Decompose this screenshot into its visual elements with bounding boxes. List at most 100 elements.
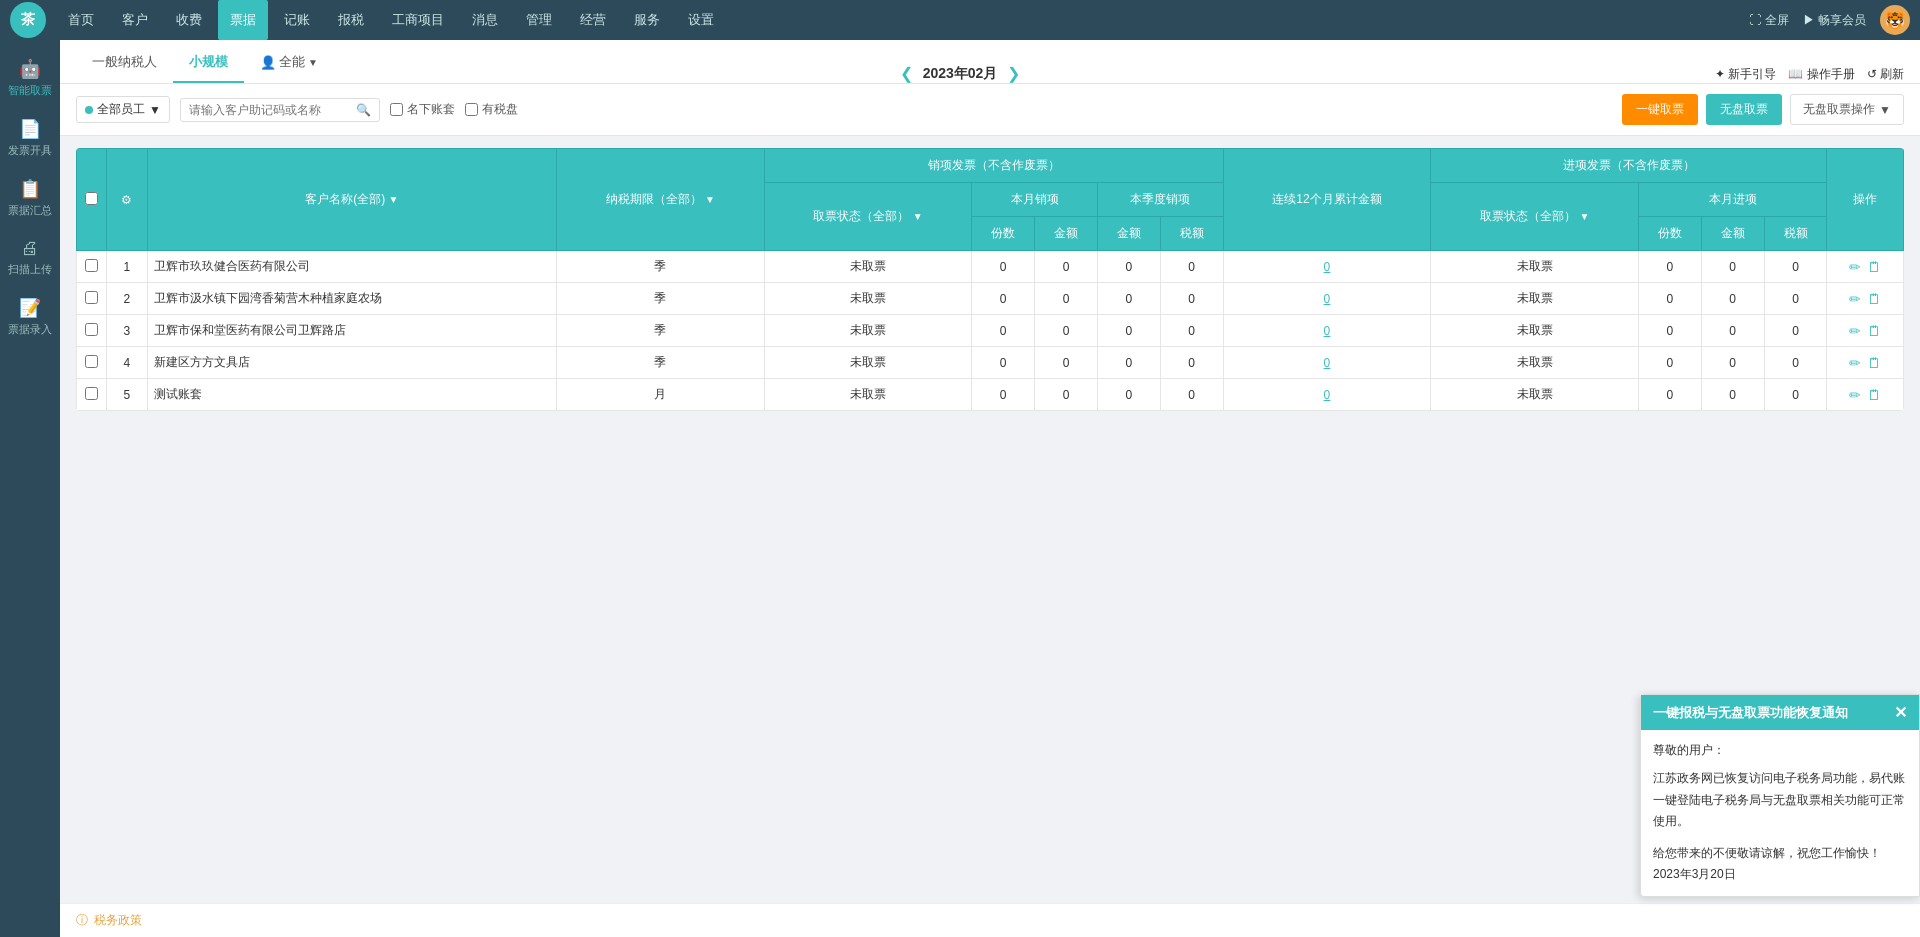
- cumulative-link[interactable]: 0: [1324, 324, 1331, 338]
- tab-small-scale[interactable]: 小规模: [173, 43, 244, 83]
- row-in-status: 未取票: [1431, 251, 1639, 283]
- edit-icon[interactable]: ✏: [1849, 323, 1861, 339]
- edit-icon[interactable]: ✏: [1849, 355, 1861, 371]
- row-checkbox-cell: [77, 347, 107, 379]
- view-icon[interactable]: 🗒: [1867, 355, 1881, 371]
- row-actions: ✏ 🗒: [1827, 283, 1904, 315]
- row-checkbox[interactable]: [85, 291, 98, 304]
- sidebar-item-open-invoice[interactable]: 📄 发票开具: [4, 110, 56, 166]
- row-name: 新建区方方文具店: [147, 347, 556, 379]
- next-period-btn[interactable]: ❯: [1007, 64, 1020, 83]
- user-avatar[interactable]: 🐯: [1880, 5, 1910, 35]
- th-in-group: 进项发票（不含作废票）: [1431, 149, 1827, 183]
- cumulative-link[interactable]: 0: [1324, 292, 1331, 306]
- row-checkbox-cell: [77, 283, 107, 315]
- view-icon[interactable]: 🗒: [1867, 259, 1881, 275]
- row-in-count: 0: [1638, 315, 1701, 347]
- view-icon[interactable]: 🗒: [1867, 323, 1881, 339]
- cumulative-link[interactable]: 0: [1324, 260, 1331, 274]
- cumulative-link[interactable]: 0: [1324, 356, 1331, 370]
- row-sale-count: 0: [972, 251, 1035, 283]
- row-num: 4: [107, 347, 148, 379]
- prev-period-btn[interactable]: ❮: [900, 64, 913, 83]
- row-season-amount: 0: [1097, 315, 1160, 347]
- edit-icon[interactable]: ✏: [1849, 387, 1861, 403]
- search-icon[interactable]: 🔍: [356, 103, 371, 117]
- sidebar-label-open: 发票开具: [8, 143, 52, 158]
- sidebar-item-summary[interactable]: 📋 票据汇总: [4, 170, 56, 226]
- tab-dropdown-icon[interactable]: ▼: [308, 57, 318, 68]
- newbie-guide-btn[interactable]: ✦ 新手引导: [1715, 66, 1776, 83]
- dropdown-arrow-icon: ▼: [149, 103, 161, 117]
- nodisk-ops-arrow-icon: ▼: [1879, 103, 1891, 117]
- row-checkbox[interactable]: [85, 387, 98, 400]
- sidebar-item-scan[interactable]: 🖨 扫描上传: [4, 230, 56, 285]
- row-cumulative: 0: [1223, 283, 1431, 315]
- row-sale-count: 0: [972, 379, 1035, 411]
- nodisk-btn[interactable]: 无盘取票: [1706, 94, 1782, 125]
- row-season-amount: 0: [1097, 379, 1160, 411]
- tax-policy-link[interactable]: 税务政策: [94, 912, 142, 929]
- top-nav: 茶 首页 客户 收费 票据 记账 报税 工商项目 消息 管理 经营 服务 设置 …: [0, 0, 1920, 40]
- nav-settings[interactable]: 设置: [676, 0, 726, 40]
- onekey-btn[interactable]: 一键取票: [1622, 94, 1698, 125]
- th-month-sale: 本月销项: [972, 183, 1098, 217]
- nav-manage[interactable]: 管理: [514, 0, 564, 40]
- nodisk-ops-btn[interactable]: 无盘取票操作 ▼: [1790, 94, 1904, 125]
- employee-filter[interactable]: 全部员工 ▼: [76, 96, 170, 123]
- row-season-tax: 0: [1160, 251, 1223, 283]
- notification-title: 一键报税与无盘取票功能恢复通知: [1653, 704, 1848, 722]
- nav-operation[interactable]: 经营: [568, 0, 618, 40]
- cumulative-link[interactable]: 0: [1324, 388, 1331, 402]
- view-icon[interactable]: 🗒: [1867, 291, 1881, 307]
- th-month-in: 本月进项: [1638, 183, 1826, 217]
- hastax-filter[interactable]: 有税盘: [465, 101, 518, 118]
- row-in-count: 0: [1638, 379, 1701, 411]
- myaccount-filter[interactable]: 名下账套: [390, 101, 455, 118]
- notification-header: 一键报税与无盘取票功能恢复通知 ✕: [1641, 695, 1919, 730]
- th-season-tax: 税额: [1160, 217, 1223, 251]
- nav-home[interactable]: 首页: [56, 0, 106, 40]
- nav-bookkeeping[interactable]: 记账: [272, 0, 322, 40]
- th-actions: 操作: [1827, 149, 1904, 251]
- select-all-checkbox[interactable]: [85, 192, 98, 205]
- row-season-tax: 0: [1160, 379, 1223, 411]
- sidebar-label-entry: 票据录入: [8, 322, 52, 337]
- row-sale-amount: 0: [1035, 379, 1098, 411]
- nav-business[interactable]: 工商项目: [380, 0, 456, 40]
- nav-tax[interactable]: 报税: [326, 0, 376, 40]
- refresh-btn[interactable]: ↺ 刷新: [1867, 66, 1904, 83]
- member-btn[interactable]: ▶ 畅享会员: [1803, 12, 1866, 29]
- entry-icon: 📝: [19, 297, 41, 319]
- nav-message[interactable]: 消息: [460, 0, 510, 40]
- myaccount-checkbox[interactable]: [390, 103, 403, 116]
- table-row: 3 卫辉市保和堂医药有限公司卫辉路店 季 未取票 0 0 0 0 0 未取票 0…: [77, 315, 1904, 347]
- edit-icon[interactable]: ✏: [1849, 259, 1861, 275]
- notification-close-btn[interactable]: ✕: [1894, 703, 1907, 722]
- row-sale-status: 未取票: [764, 251, 972, 283]
- row-checkbox[interactable]: [85, 323, 98, 336]
- tab-all[interactable]: 👤 全能 ▼: [244, 43, 334, 83]
- nav-right: ⛶ 全屏 ▶ 畅享会员 🐯: [1749, 5, 1910, 35]
- manual-btn[interactable]: 📖 操作手册: [1788, 66, 1854, 83]
- row-sale-count: 0: [972, 315, 1035, 347]
- nav-invoice[interactable]: 票据: [218, 0, 268, 40]
- search-input[interactable]: [189, 103, 352, 117]
- sidebar-item-entry[interactable]: 📝 票据录入: [4, 289, 56, 345]
- employee-filter-label: 全部员工: [97, 101, 145, 118]
- row-checkbox[interactable]: [85, 259, 98, 272]
- fullscreen-btn[interactable]: ⛶ 全屏: [1749, 12, 1788, 29]
- settings-gear-icon[interactable]: ⚙: [121, 193, 132, 207]
- row-checkbox[interactable]: [85, 355, 98, 368]
- edit-icon[interactable]: ✏: [1849, 291, 1861, 307]
- sidebar-item-smart-invoice[interactable]: 🤖 智能取票: [4, 50, 56, 106]
- view-icon[interactable]: 🗒: [1867, 387, 1881, 403]
- nav-customer[interactable]: 客户: [110, 0, 160, 40]
- hastax-checkbox[interactable]: [465, 103, 478, 116]
- nav-charge[interactable]: 收费: [164, 0, 214, 40]
- nav-service[interactable]: 服务: [622, 0, 672, 40]
- action-btns: ✏ 🗒: [1833, 259, 1897, 275]
- tab-general-taxpayer[interactable]: 一般纳税人: [76, 43, 173, 83]
- row-in-count: 0: [1638, 283, 1701, 315]
- action-btns: ✏ 🗒: [1833, 355, 1897, 371]
